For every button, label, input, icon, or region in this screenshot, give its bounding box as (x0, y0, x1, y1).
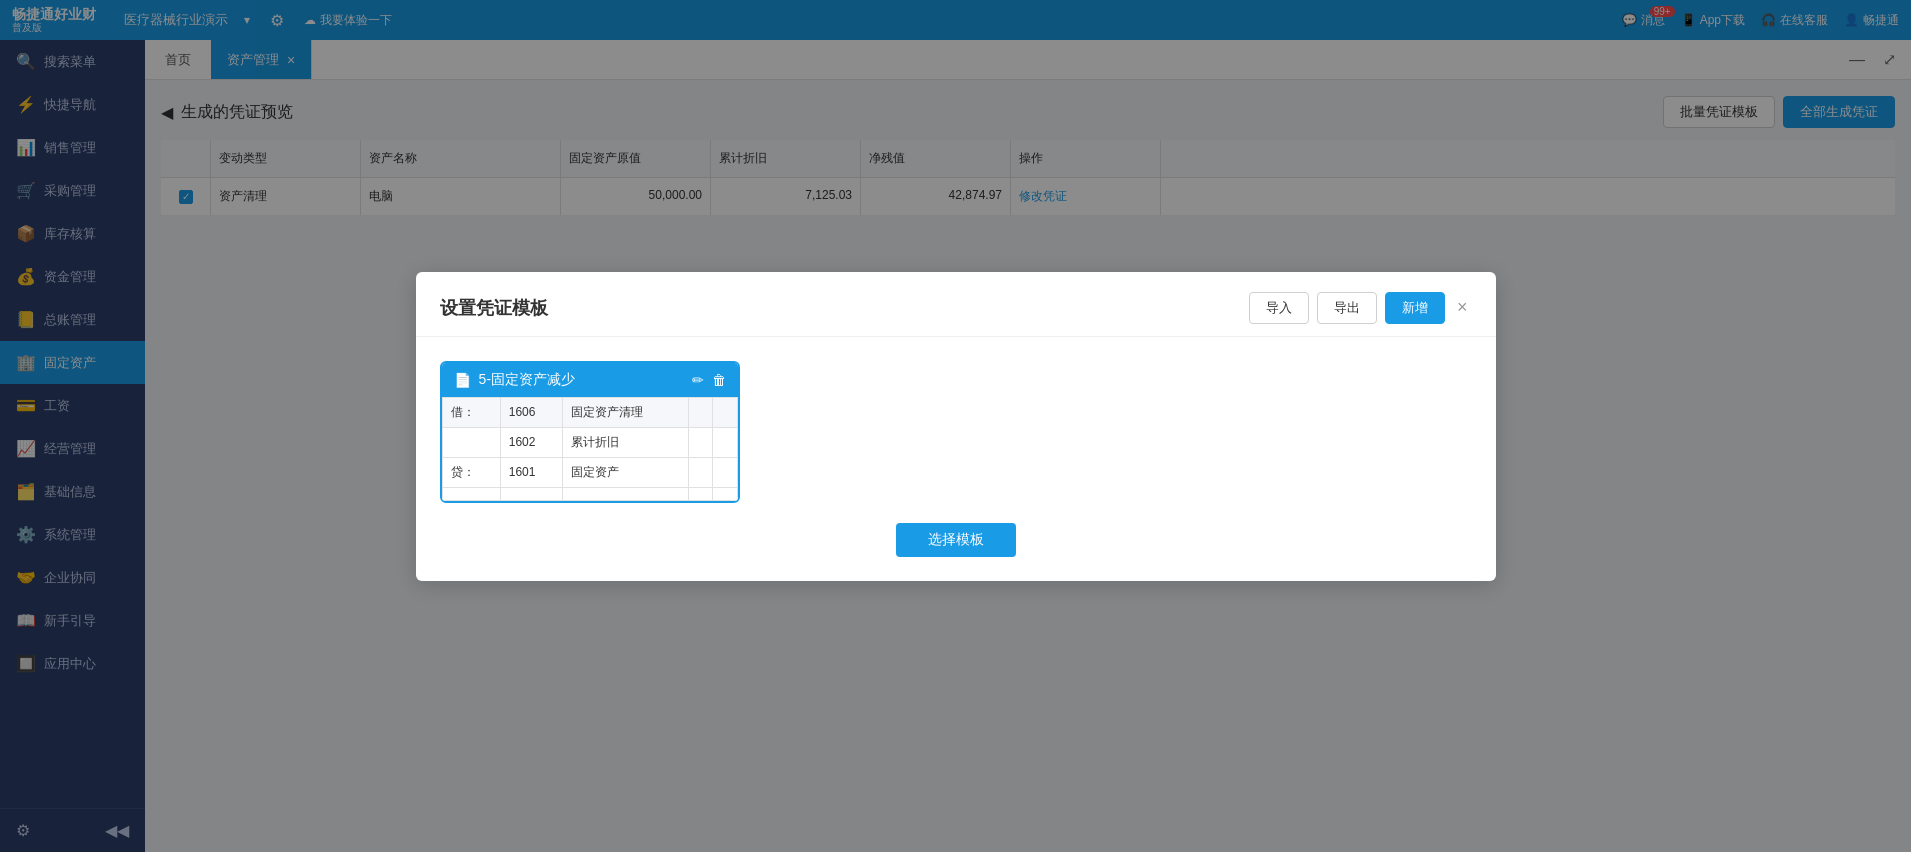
t-type-2 (442, 427, 500, 457)
export-btn[interactable]: 导出 (1317, 292, 1377, 324)
import-btn[interactable]: 导入 (1249, 292, 1309, 324)
t-credit-2 (713, 427, 737, 457)
template-delete-icon[interactable]: 🗑 (712, 372, 726, 388)
template-row-1: 借： 1606 固定资产清理 (442, 397, 737, 427)
template-row-4 (442, 487, 737, 500)
t-name-1: 固定资产清理 (562, 397, 688, 427)
template-card-header-actions: ✏ 🗑 (692, 372, 726, 388)
select-template-btn[interactable]: 选择模板 (896, 523, 1016, 557)
template-card-header: 📄 5-固定资产减少 ✏ 🗑 (442, 363, 738, 397)
t-credit-4 (713, 487, 737, 500)
t-code-4 (500, 487, 562, 500)
modal-header: 设置凭证模板 导入 导出 新增 × (416, 272, 1496, 337)
modal-close-btn[interactable]: × (1453, 297, 1472, 318)
t-debit-3 (689, 457, 713, 487)
t-code-3: 1601 (500, 457, 562, 487)
modal-body: 📄 5-固定资产减少 ✏ 🗑 借： 1606 固 (416, 337, 1496, 581)
t-debit-4 (689, 487, 713, 500)
modal-dialog: 设置凭证模板 导入 导出 新增 × 📄 5-固定资产减少 ✏ 🗑 (416, 272, 1496, 581)
t-code-2: 1602 (500, 427, 562, 457)
t-type-1: 借： (442, 397, 500, 427)
t-credit-3 (713, 457, 737, 487)
template-name: 5-固定资产减少 (479, 371, 575, 389)
t-name-2: 累计折旧 (562, 427, 688, 457)
template-card-header-left: 📄 5-固定资产减少 (454, 371, 575, 389)
t-code-1: 1606 (500, 397, 562, 427)
t-name-3: 固定资产 (562, 457, 688, 487)
modal-title: 设置凭证模板 (440, 296, 548, 320)
template-doc-icon: 📄 (454, 372, 471, 388)
t-debit-2 (689, 427, 713, 457)
template-card-body: 借： 1606 固定资产清理 1602 累计折旧 (442, 397, 738, 501)
t-credit-1 (713, 397, 737, 427)
modal-overlay: 设置凭证模板 导入 导出 新增 × 📄 5-固定资产减少 ✏ 🗑 (0, 0, 1911, 852)
template-row-2: 1602 累计折旧 (442, 427, 737, 457)
t-type-4 (442, 487, 500, 500)
template-table: 借： 1606 固定资产清理 1602 累计折旧 (442, 397, 738, 501)
modal-header-actions: 导入 导出 新增 × (1249, 292, 1472, 324)
t-name-4 (562, 487, 688, 500)
t-type-3: 贷： (442, 457, 500, 487)
template-row-3: 贷： 1601 固定资产 (442, 457, 737, 487)
t-debit-1 (689, 397, 713, 427)
template-edit-icon[interactable]: ✏ (692, 372, 704, 388)
template-card: 📄 5-固定资产减少 ✏ 🗑 借： 1606 固 (440, 361, 740, 503)
new-btn[interactable]: 新增 (1385, 292, 1445, 324)
